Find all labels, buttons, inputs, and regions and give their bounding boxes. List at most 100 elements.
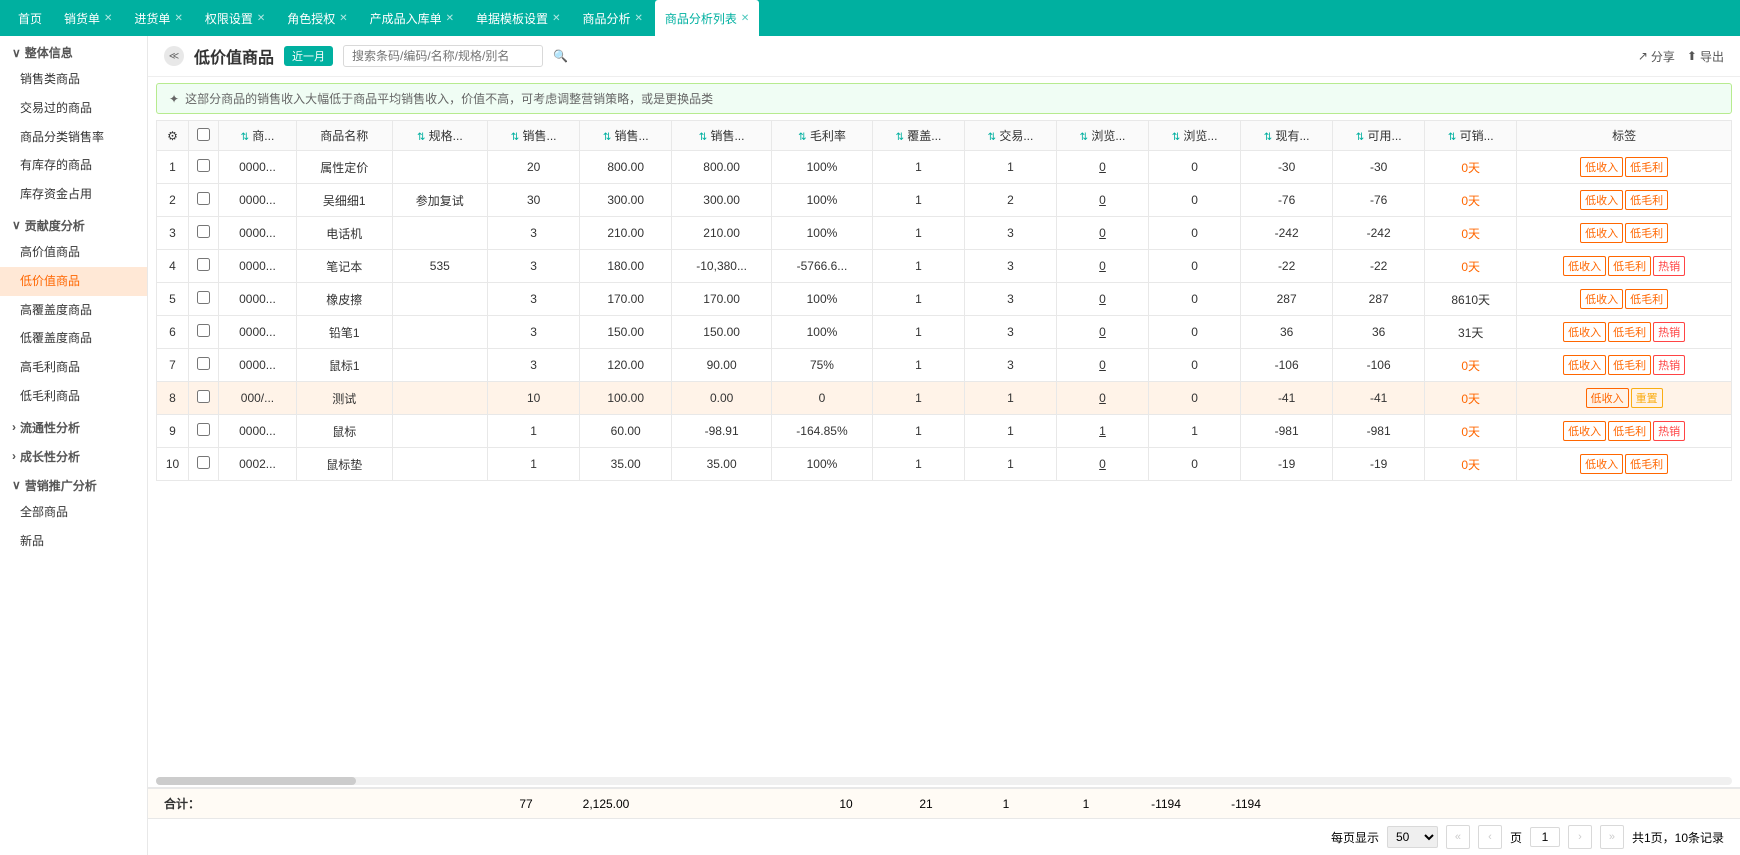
scrollbar-thumb[interactable] bbox=[156, 777, 356, 785]
close-icon[interactable]: ✕ bbox=[446, 13, 454, 24]
select-all-checkbox[interactable] bbox=[197, 128, 210, 141]
views-link[interactable]: 1 bbox=[1099, 424, 1106, 438]
sidebar-item-low-value[interactable]: 低价值商品 bbox=[0, 267, 147, 296]
row-checkbox-cell[interactable] bbox=[189, 349, 219, 382]
row-checkbox[interactable] bbox=[197, 159, 210, 172]
first-page-button[interactable]: « bbox=[1446, 825, 1470, 849]
sidebar-item-capital[interactable]: 库存资金占用 bbox=[0, 180, 147, 209]
views-link[interactable]: 0 bbox=[1099, 193, 1106, 207]
close-icon[interactable]: ✕ bbox=[104, 13, 112, 24]
nav-permission[interactable]: 权限设置 ✕ bbox=[195, 0, 275, 36]
time-badge[interactable]: 近一月 bbox=[284, 46, 333, 66]
sidebar-item-low-coverage[interactable]: 低覆盖度商品 bbox=[0, 324, 147, 353]
search-input[interactable] bbox=[343, 45, 543, 67]
nav-home[interactable]: 首页 bbox=[8, 0, 52, 36]
views-link[interactable]: 0 bbox=[1099, 292, 1106, 306]
nav-template[interactable]: 单据模板设置 ✕ bbox=[466, 0, 570, 36]
row-coverage: 1 bbox=[872, 217, 964, 250]
row-checkbox-cell[interactable] bbox=[189, 151, 219, 184]
sidebar-item-high-value[interactable]: 高价值商品 bbox=[0, 238, 147, 267]
row-checkbox-cell[interactable] bbox=[189, 184, 219, 217]
row-transaction: 3 bbox=[964, 217, 1056, 250]
row-spec bbox=[392, 316, 488, 349]
next-page-button[interactable]: › bbox=[1568, 825, 1592, 849]
row-views1: 0 bbox=[1057, 250, 1149, 283]
views-link[interactable]: 0 bbox=[1099, 160, 1106, 174]
export-button[interactable]: ⬆ 导出 bbox=[1687, 48, 1724, 65]
tag-badge: 低收入 bbox=[1580, 289, 1623, 309]
row-transaction: 3 bbox=[964, 316, 1056, 349]
row-checkbox[interactable] bbox=[197, 192, 210, 205]
row-checkbox-cell[interactable] bbox=[189, 448, 219, 481]
views-link[interactable]: 0 bbox=[1099, 391, 1106, 405]
horizontal-scrollbar[interactable] bbox=[156, 777, 1732, 785]
share-button[interactable]: ↗ 分享 bbox=[1638, 48, 1675, 65]
nav-analysis-list[interactable]: 商品分析列表 ✕ bbox=[655, 0, 759, 36]
sidebar-item-in-stock[interactable]: 有库存的商品 bbox=[0, 151, 147, 180]
row-checkbox-cell[interactable] bbox=[189, 415, 219, 448]
row-checkbox[interactable] bbox=[197, 324, 210, 337]
views-link[interactable]: 0 bbox=[1099, 325, 1106, 339]
sidebar-group-liquidity[interactable]: › 流通性分析 bbox=[0, 411, 147, 440]
prev-page-button[interactable]: ‹ bbox=[1478, 825, 1502, 849]
per-page-select[interactable]: 50 100 bbox=[1387, 826, 1438, 848]
close-icon[interactable]: ✕ bbox=[174, 13, 182, 24]
last-page-button[interactable]: » bbox=[1600, 825, 1624, 849]
nav-analysis[interactable]: 商品分析 ✕ bbox=[572, 0, 652, 36]
row-code: 0000... bbox=[219, 316, 297, 349]
nav-purchase[interactable]: 进货单 ✕ bbox=[124, 0, 192, 36]
sidebar-item-high-coverage[interactable]: 高覆盖度商品 bbox=[0, 296, 147, 325]
row-checkbox[interactable] bbox=[197, 291, 210, 304]
row-gross-margin: -5766.6... bbox=[772, 250, 873, 283]
sidebar-group-contribution[interactable]: ∨ 贡献度分析 bbox=[0, 209, 147, 238]
sidebar-group-marketing[interactable]: ∨ 营销推广分析 bbox=[0, 469, 147, 498]
row-checkbox-cell[interactable] bbox=[189, 382, 219, 415]
row-gross-margin: -164.85% bbox=[772, 415, 873, 448]
close-icon[interactable]: ✕ bbox=[741, 13, 749, 24]
sidebar-group-overall[interactable]: ∨ 整体信息 bbox=[0, 36, 147, 65]
row-checkbox-cell[interactable] bbox=[189, 217, 219, 250]
settings-col-header[interactable]: ⚙ bbox=[157, 121, 189, 151]
row-checkbox[interactable] bbox=[197, 423, 210, 436]
nav-sales[interactable]: 销货单 ✕ bbox=[54, 0, 122, 36]
row-checkbox[interactable] bbox=[197, 258, 210, 271]
row-sales-amount: 170.00 bbox=[672, 283, 772, 316]
collapse-button[interactable]: ≪ bbox=[164, 46, 184, 66]
close-icon[interactable]: ✕ bbox=[634, 13, 642, 24]
sidebar-item-high-margin[interactable]: 高毛利商品 bbox=[0, 353, 147, 382]
search-icon[interactable]: 🔍 bbox=[553, 49, 568, 63]
close-icon[interactable]: ✕ bbox=[339, 13, 347, 24]
sellable-col-header: ⇅ 可销... bbox=[1425, 121, 1517, 151]
close-icon[interactable]: ✕ bbox=[552, 13, 560, 24]
row-code: 0002... bbox=[219, 448, 297, 481]
nav-warehouse[interactable]: 产成品入库单 ✕ bbox=[360, 0, 464, 36]
views-link[interactable]: 0 bbox=[1099, 226, 1106, 240]
views-link[interactable]: 0 bbox=[1099, 259, 1106, 273]
row-name: 笔记本 bbox=[296, 250, 392, 283]
row-views1: 0 bbox=[1057, 316, 1149, 349]
gross-margin-col-header: ⇅ 毛利率 bbox=[772, 121, 873, 151]
checkbox-col-header[interactable] bbox=[189, 121, 219, 151]
tag-badge: 低收入 bbox=[1563, 355, 1606, 375]
row-checkbox[interactable] bbox=[197, 390, 210, 403]
sidebar-item-traded[interactable]: 交易过的商品 bbox=[0, 94, 147, 123]
row-checkbox-cell[interactable] bbox=[189, 316, 219, 349]
page-number-input[interactable] bbox=[1530, 827, 1560, 847]
row-name: 铅笔1 bbox=[296, 316, 392, 349]
row-name: 测试 bbox=[296, 382, 392, 415]
sidebar-group-growth[interactable]: › 成长性分析 bbox=[0, 440, 147, 469]
sidebar-item-all-products[interactable]: 全部商品 bbox=[0, 498, 147, 527]
row-checkbox-cell[interactable] bbox=[189, 283, 219, 316]
row-checkbox-cell[interactable] bbox=[189, 250, 219, 283]
views-link[interactable]: 0 bbox=[1099, 457, 1106, 471]
row-checkbox[interactable] bbox=[197, 357, 210, 370]
sidebar-item-new-products[interactable]: 新品 bbox=[0, 527, 147, 556]
row-checkbox[interactable] bbox=[197, 456, 210, 469]
nav-role[interactable]: 角色授权 ✕ bbox=[277, 0, 357, 36]
sidebar-item-low-margin[interactable]: 低毛利商品 bbox=[0, 382, 147, 411]
sidebar-item-sales-products[interactable]: 销售类商品 bbox=[0, 65, 147, 94]
row-checkbox[interactable] bbox=[197, 225, 210, 238]
views-link[interactable]: 0 bbox=[1099, 358, 1106, 372]
sidebar-item-category-rate[interactable]: 商品分类销售率 bbox=[0, 123, 147, 152]
close-icon[interactable]: ✕ bbox=[257, 13, 265, 24]
